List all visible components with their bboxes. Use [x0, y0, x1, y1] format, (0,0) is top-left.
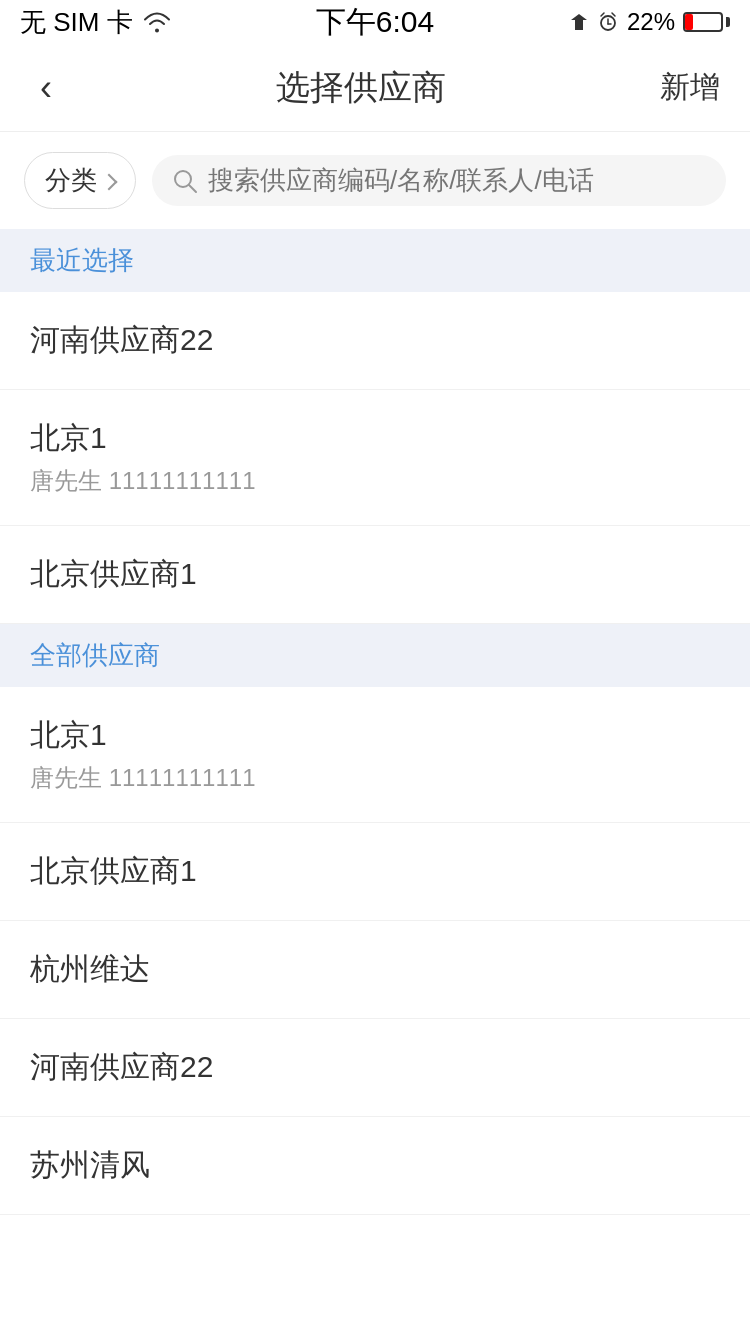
location-icon	[569, 12, 589, 32]
list-item[interactable]: 河南供应商22	[0, 1019, 750, 1117]
svg-line-6	[189, 185, 196, 192]
item-name: 北京供应商1	[30, 554, 720, 595]
category-filter[interactable]: 分类	[24, 152, 136, 209]
item-sub: 唐先生 11111111111	[30, 465, 720, 497]
list-item[interactable]: 苏州清风	[0, 1117, 750, 1215]
nav-bar: ‹ 选择供应商 新增	[0, 44, 750, 132]
list-item[interactable]: 河南供应商22	[0, 292, 750, 390]
item-name: 苏州清风	[30, 1145, 720, 1186]
category-label: 分类	[45, 163, 97, 198]
list-item[interactable]: 杭州维达	[0, 921, 750, 1019]
wifi-icon	[143, 11, 171, 33]
item-name: 北京1	[30, 715, 720, 756]
section-header-recent: 最近选择	[0, 229, 750, 292]
svg-line-3	[601, 13, 604, 16]
add-button[interactable]: 新增	[660, 67, 720, 108]
supplier-list: 最近选择河南供应商22 北京1 唐先生 11111111111 北京供应商1 全部供应商…	[0, 229, 750, 1215]
item-name: 北京1	[30, 418, 720, 459]
status-bar: 无 SIM 卡 下午6:04 22%	[0, 0, 750, 44]
battery-indicator	[683, 12, 730, 32]
alarm-icon	[597, 11, 619, 33]
list-item[interactable]: 北京供应商1	[0, 526, 750, 624]
chevron-right-icon	[101, 173, 118, 190]
item-name: 北京供应商1	[30, 851, 720, 892]
status-left: 无 SIM 卡	[20, 5, 171, 40]
item-sub: 唐先生 11111111111	[30, 762, 720, 794]
filter-bar: 分类	[0, 132, 750, 229]
item-name: 河南供应商22	[30, 320, 720, 361]
search-input[interactable]	[208, 165, 706, 196]
list-item[interactable]: 北京供应商1	[0, 823, 750, 921]
battery-percent: 22%	[627, 8, 675, 36]
item-name: 杭州维达	[30, 949, 720, 990]
list-item[interactable]: 北京1 唐先生 11111111111	[0, 390, 750, 526]
search-box[interactable]	[152, 155, 726, 206]
svg-line-4	[612, 13, 615, 16]
back-button[interactable]: ‹	[30, 57, 62, 119]
item-name: 河南供应商22	[30, 1047, 720, 1088]
status-right: 22%	[569, 8, 730, 36]
list-item[interactable]: 北京1 唐先生 11111111111	[0, 687, 750, 823]
page-title: 选择供应商	[276, 65, 446, 111]
section-header-all: 全部供应商	[0, 624, 750, 687]
status-time: 下午6:04	[316, 2, 434, 43]
search-icon	[172, 168, 198, 194]
carrier-label: 无 SIM 卡	[20, 5, 133, 40]
